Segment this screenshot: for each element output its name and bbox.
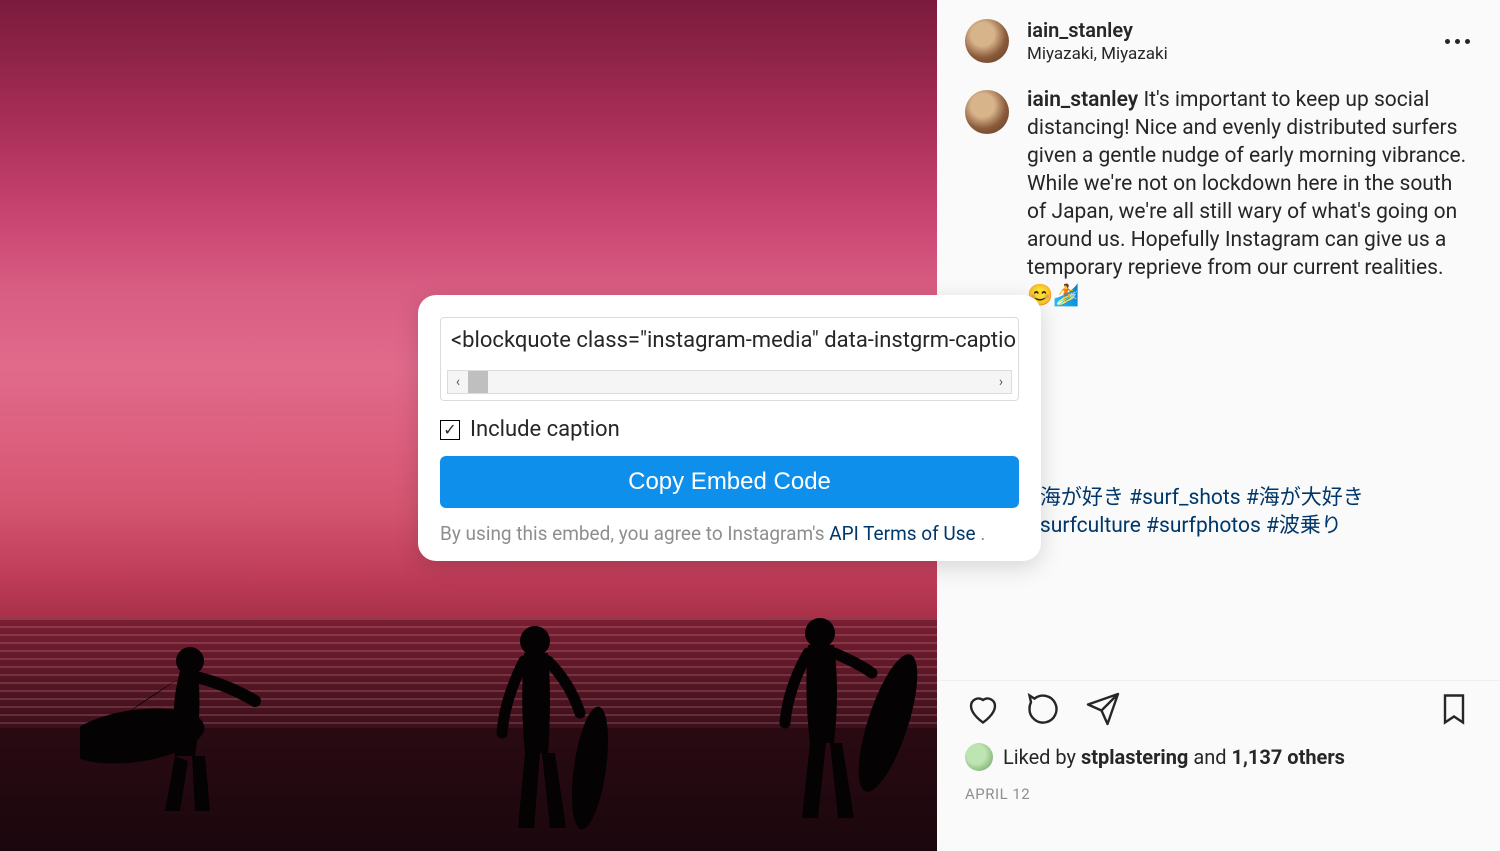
copy-embed-button[interactable]: Copy Embed Code — [440, 456, 1019, 508]
like-icon[interactable] — [965, 691, 1001, 727]
embed-code-field[interactable]: <blockquote class="instagram-media" data… — [440, 317, 1019, 401]
include-caption-label: Include caption — [470, 417, 620, 442]
share-icon[interactable] — [1085, 691, 1121, 727]
username[interactable]: iain_stanley — [1027, 18, 1168, 42]
action-bar: Liked by stplastering and 1,137 others A… — [937, 680, 1500, 851]
scrollbar-thumb[interactable] — [468, 371, 488, 393]
caption-dash: - — [1027, 432, 1472, 460]
surfer-silhouette — [760, 603, 930, 823]
likes-text[interactable]: Liked by stplastering and 1,137 others — [1003, 745, 1345, 769]
avatar[interactable] — [965, 19, 1009, 63]
embed-modal: <blockquote class="instagram-media" data… — [418, 295, 1041, 561]
location[interactable]: Miyazaki, Miyazaki — [1027, 44, 1168, 64]
surfer-silhouette — [80, 616, 310, 816]
hashtags[interactable]: #海が好き #surf_shots #海が大好き #surfculture #s… — [1027, 484, 1472, 540]
caption-dash: - — [1027, 342, 1472, 370]
caption-dash: - — [1027, 402, 1472, 430]
caption-dash: - — [1027, 372, 1472, 400]
terms-text: By using this embed, you agree to Instag… — [440, 522, 1019, 545]
caption-username[interactable]: iain_stanley — [1027, 88, 1138, 112]
api-terms-link[interactable]: API Terms of Use — [829, 522, 975, 545]
scrollbar-track[interactable] — [468, 371, 991, 393]
caption-text: It's important to keep up social distanc… — [1027, 88, 1466, 308]
comment-icon[interactable] — [1025, 691, 1061, 727]
scroll-left-arrow[interactable]: ‹ — [448, 374, 468, 390]
checkbox-checked-icon[interactable]: ✓ — [440, 420, 460, 440]
more-options-button[interactable] — [1437, 31, 1478, 52]
liker-avatar[interactable] — [965, 743, 993, 771]
scroll-right-arrow[interactable]: › — [991, 374, 1011, 390]
horizontal-scrollbar[interactable]: ‹ › — [447, 370, 1012, 394]
surfer-silhouette — [470, 613, 630, 833]
bookmark-icon[interactable] — [1436, 691, 1472, 727]
include-caption-checkbox[interactable]: ✓ Include caption — [440, 417, 1019, 442]
embed-code-text[interactable]: <blockquote class="instagram-media" data… — [441, 318, 1018, 353]
post-header: iain_stanley Miyazaki, Miyazaki — [937, 0, 1500, 78]
post-date: APRIL 12 — [965, 785, 1472, 803]
avatar[interactable] — [965, 90, 1009, 134]
caption-dash: - — [1027, 312, 1472, 340]
